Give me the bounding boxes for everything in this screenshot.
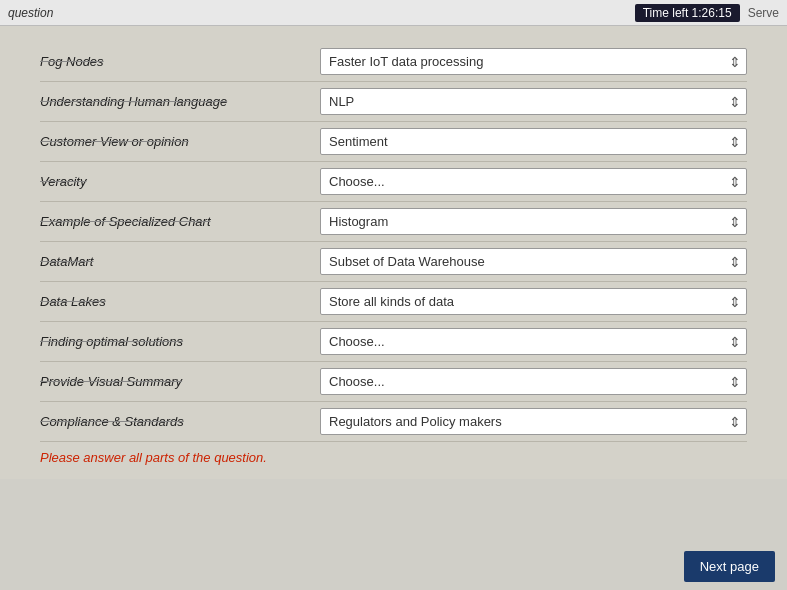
timer-display: Time left 1:26:15 <box>635 4 740 22</box>
qa-row-label: Example of Specialized Chart <box>40 214 320 229</box>
qa-select-understanding-human-language[interactable]: Choose...NLPMachine LearningDeep Learnin… <box>320 88 747 115</box>
qa-row: Finding optimal solutionsChoose...Optimi… <box>40 322 747 362</box>
qa-select-wrapper: Choose...Faster IoT data processingSlowe… <box>320 48 747 75</box>
qa-select-wrapper: Choose...HistogramBar ChartPie ChartScat… <box>320 208 747 235</box>
top-bar: question Time left 1:26:15 Serve <box>0 0 787 26</box>
qa-select-provide-visual-summary[interactable]: Choose...DashboardReportInfographic <box>320 368 747 395</box>
qa-select-customer-view[interactable]: Choose...SentimentSurveyAnalytics <box>320 128 747 155</box>
top-bar-right: Time left 1:26:15 Serve <box>635 4 779 22</box>
serve-label: Serve <box>748 6 779 20</box>
qa-row-label: Provide Visual Summary <box>40 374 320 389</box>
qa-row: Provide Visual SummaryChoose...Dashboard… <box>40 362 747 402</box>
qa-select-wrapper: Choose...Regulators and Policy makersInt… <box>320 408 747 435</box>
next-page-button[interactable]: Next page <box>684 551 775 582</box>
qa-select-example-specialized-chart[interactable]: Choose...HistogramBar ChartPie ChartScat… <box>320 208 747 235</box>
qa-row: DataMartChoose...Subset of Data Warehous… <box>40 242 747 282</box>
bottom-bar: Next page <box>672 543 787 590</box>
question-label: question <box>8 6 53 20</box>
qa-select-wrapper: Choose...Subset of Data WarehouseData Re… <box>320 248 747 275</box>
qa-select-fog-nodes[interactable]: Choose...Faster IoT data processingSlowe… <box>320 48 747 75</box>
qa-row-label: Understanding Human language <box>40 94 320 109</box>
qa-row-label: Compliance & Standards <box>40 414 320 429</box>
qa-row-label: Fog Nodes <box>40 54 320 69</box>
qa-select-finding-optimal-solutions[interactable]: Choose...OptimizationMachine LearningAI <box>320 328 747 355</box>
qa-row-label: Customer View or opinion <box>40 134 320 149</box>
main-content: Fog NodesChoose...Faster IoT data proces… <box>0 26 787 479</box>
qa-row-label: Data Lakes <box>40 294 320 309</box>
qa-row: Example of Specialized ChartChoose...His… <box>40 202 747 242</box>
qa-select-wrapper: Choose...OptimizationMachine LearningAI⇕ <box>320 328 747 355</box>
qa-row: VeracityChoose...Data QualityData Accura… <box>40 162 747 202</box>
qa-row: Compliance & StandardsChoose...Regulator… <box>40 402 747 442</box>
qa-select-wrapper: Choose...NLPMachine LearningDeep Learnin… <box>320 88 747 115</box>
qa-row-label: Finding optimal solutions <box>40 334 320 349</box>
qa-row-label: DataMart <box>40 254 320 269</box>
qa-select-veracity[interactable]: Choose...Data QualityData AccuracyTrustw… <box>320 168 747 195</box>
qa-select-wrapper: Choose...Store all kinds of dataStructur… <box>320 288 747 315</box>
qa-select-wrapper: Choose...DashboardReportInfographic⇕ <box>320 368 747 395</box>
qa-select-wrapper: Choose...SentimentSurveyAnalytics⇕ <box>320 128 747 155</box>
qa-row: Data LakesChoose...Store all kinds of da… <box>40 282 747 322</box>
qa-row: Fog NodesChoose...Faster IoT data proces… <box>40 42 747 82</box>
qa-row: Understanding Human languageChoose...NLP… <box>40 82 747 122</box>
qa-select-data-lakes[interactable]: Choose...Store all kinds of dataStructur… <box>320 288 747 315</box>
qa-row: Customer View or opinionChoose...Sentime… <box>40 122 747 162</box>
qa-select-datamart[interactable]: Choose...Subset of Data WarehouseData Re… <box>320 248 747 275</box>
qa-select-compliance-standards[interactable]: Choose...Regulators and Policy makersInt… <box>320 408 747 435</box>
qa-row-label: Veracity <box>40 174 320 189</box>
qa-rows-container: Fog NodesChoose...Faster IoT data proces… <box>40 42 747 442</box>
qa-select-wrapper: Choose...Data QualityData AccuracyTrustw… <box>320 168 747 195</box>
error-message: Please answer all parts of the question. <box>40 442 747 469</box>
